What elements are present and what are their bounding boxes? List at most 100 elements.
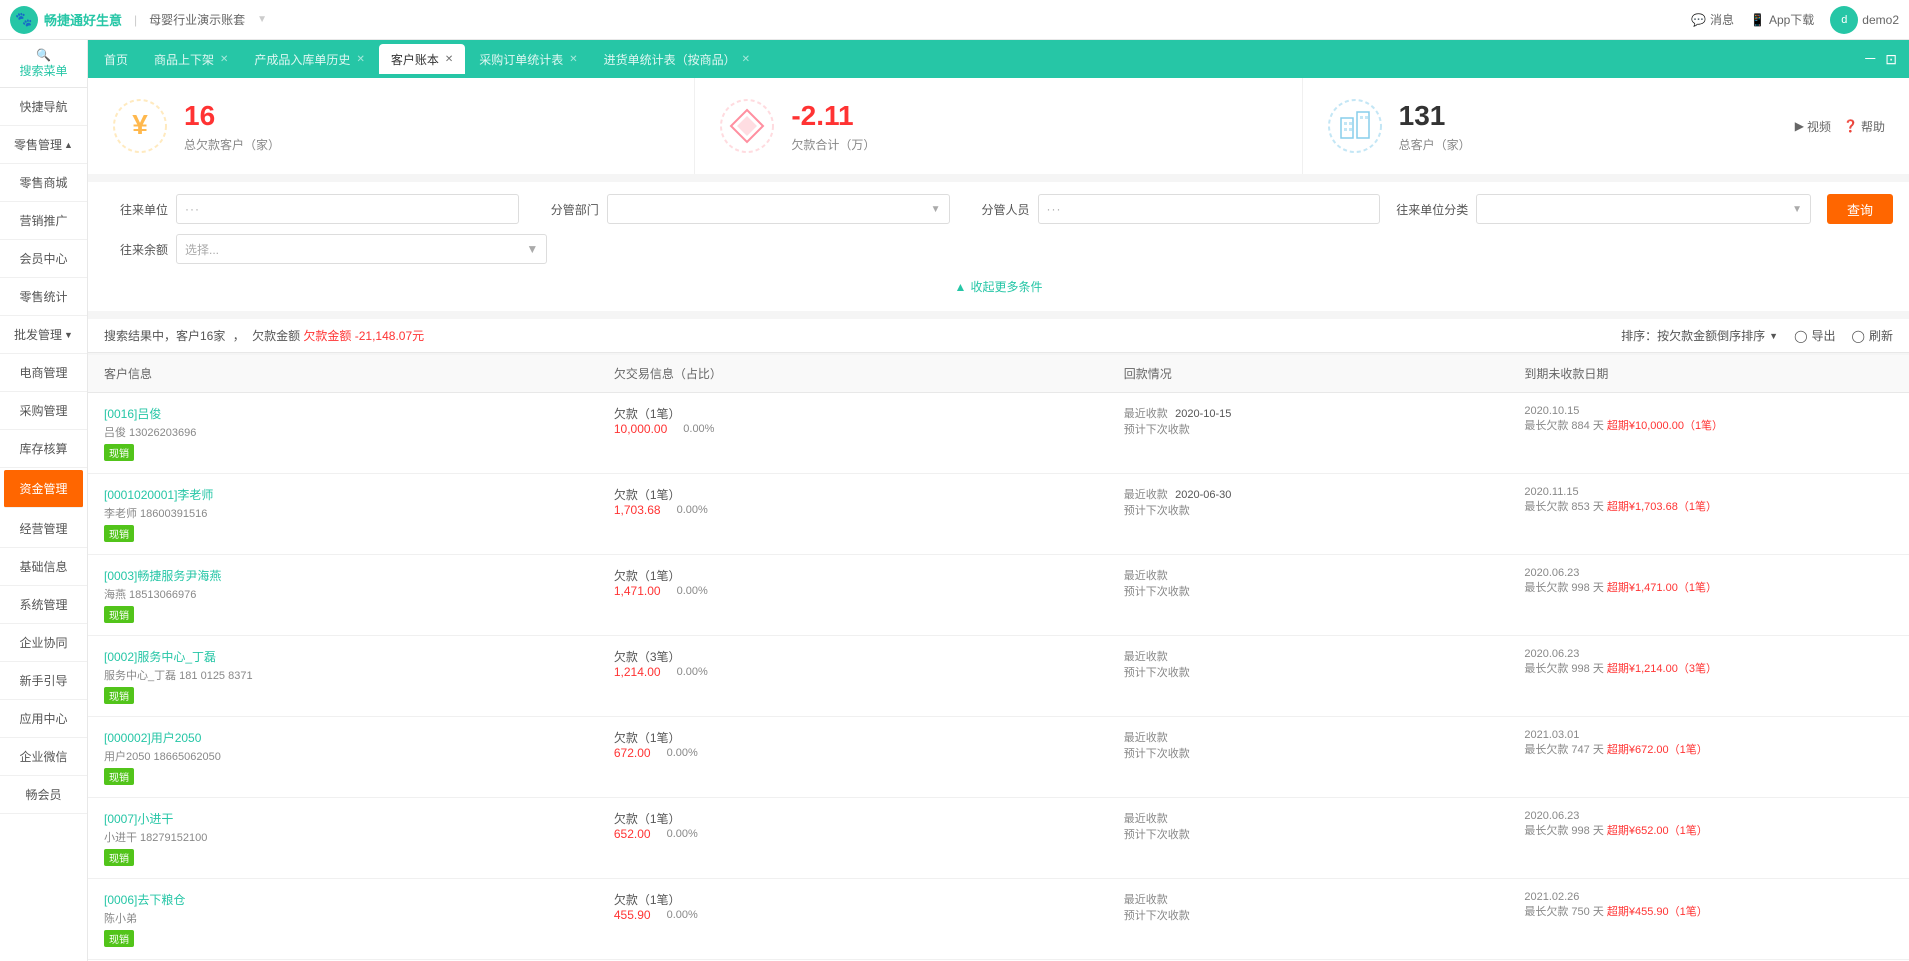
debt-count-3: 欠款（3笔） — [614, 648, 1092, 665]
overdue-amount-0[interactable]: 超期¥10,000.00（1笔） — [1607, 420, 1723, 432]
building-icon — [1327, 98, 1383, 154]
manager-input[interactable]: ··· — [1038, 194, 1381, 224]
export-label: 导出 — [1812, 327, 1836, 344]
sidebar-search[interactable]: 🔍 搜索菜单 — [0, 40, 87, 88]
export-button[interactable]: ◯ 导出 — [1794, 327, 1835, 344]
search-button[interactable]: 查询 — [1827, 194, 1893, 224]
wholesale-label: 批发管理 — [14, 326, 62, 343]
sidebar-item-ecommerce[interactable]: 电商管理 — [0, 354, 87, 392]
retail-mall-label: 零售商城 — [19, 176, 67, 190]
customer-name-0[interactable]: [0016]吕俊 — [104, 407, 161, 421]
result-bar: 搜索结果中，客户16家 ， 欠款金额 欠款金额 -21,148.07元 排序：按… — [88, 319, 1909, 353]
message-icon: 💬 — [1691, 13, 1706, 27]
tab-home[interactable]: 首页 — [92, 44, 140, 74]
customer-name-3[interactable]: [0002]服务中心_丁磊 — [104, 650, 216, 664]
video-btn[interactable]: ▶ 视频 — [1795, 118, 1831, 135]
recent-payment-6: 最近收款 — [1124, 891, 1493, 907]
customer-tag-2: 现销 — [104, 606, 134, 623]
purchase-label: 采购管理 — [19, 404, 67, 418]
close-icon[interactable]: ✕ — [445, 54, 453, 65]
dept-input[interactable]: ▼ — [607, 194, 950, 224]
customer-name-1[interactable]: [0001020001]李老师 — [104, 488, 213, 502]
user-profile[interactable]: d demo2 — [1830, 6, 1899, 34]
marketing-label: 营销推广 — [19, 214, 67, 228]
sidebar-item-quick-nav[interactable]: 快捷导航 — [0, 88, 87, 126]
retail-manage-label: 零售管理 — [14, 136, 62, 153]
stat-card-debt-amount: -2.11 欠款合计（万） — [695, 78, 1302, 174]
balance-select[interactable]: 选择... ▼ — [176, 234, 547, 264]
sidebar-item-wechat[interactable]: 企业微信 — [0, 738, 87, 776]
overdue-amount-3[interactable]: 超期¥1,214.00（3笔） — [1607, 663, 1717, 675]
unit-category-input[interactable]: ▼ — [1476, 194, 1811, 224]
page-content: ¥ 16 总欠款客户（家） — [88, 78, 1909, 961]
table-row: [000002]用户2050 用户2050 18665062050 现销 欠款（… — [88, 717, 1909, 798]
sidebar-item-system[interactable]: 系统管理 — [0, 586, 87, 624]
debt-amount-6: 455.90 — [614, 908, 651, 922]
cell-return-3: 最近收款 预计下次收款 — [1108, 636, 1509, 717]
customer-name-6[interactable]: [0006]去下粮仓 — [104, 893, 185, 907]
sidebar-item-purchase[interactable]: 采购管理 — [0, 392, 87, 430]
recent-payment-3: 最近收款 — [1124, 648, 1493, 664]
refresh-button[interactable]: ◯ 刷新 — [1852, 327, 1893, 344]
sidebar-item-retail-mall[interactable]: 零售商城 — [0, 164, 87, 202]
tab-product-onoff[interactable]: 商品上下架 ✕ — [142, 44, 240, 74]
overdue-info-3: 最长欠款 998 天 超期¥1,214.00（3笔） — [1524, 660, 1893, 676]
customer-name-4[interactable]: [000002]用户2050 — [104, 731, 201, 745]
retail-stats-label: 零售统计 — [19, 290, 67, 304]
minimize-icon[interactable]: － — [1863, 49, 1877, 69]
sidebar-item-guide[interactable]: 新手引导 — [0, 662, 87, 700]
tab-product-history[interactable]: 产成品入库单历史 ✕ — [242, 44, 376, 74]
sidebar-item-inventory[interactable]: 库存核算 — [0, 430, 87, 468]
tab-bar: 首页 商品上下架 ✕ 产成品入库单历史 ✕ 客户账本 ✕ 采购订单统计表 ✕ — [88, 40, 1909, 78]
sidebar-item-retail-stats[interactable]: 零售统计 — [0, 278, 87, 316]
tab-purchase-stats[interactable]: 采购订单统计表 ✕ — [467, 44, 589, 74]
content-area: 首页 商品上下架 ✕ 产成品入库单历史 ✕ 客户账本 ✕ 采购订单统计表 ✕ — [88, 40, 1909, 961]
sidebar-item-operations[interactable]: 经营管理 — [0, 510, 87, 548]
predict-payment-0: 预计下次收款 — [1124, 421, 1493, 437]
close-icon[interactable]: ✕ — [220, 54, 228, 65]
maximize-icon[interactable]: ⊡ — [1885, 51, 1897, 68]
sidebar-item-member[interactable]: 会员中心 — [0, 240, 87, 278]
sidebar-item-wholesale[interactable]: 批发管理 ▼ — [0, 316, 87, 354]
message-action[interactable]: 💬 消息 — [1691, 11, 1734, 28]
debt-percent-1: 0.00% — [677, 504, 708, 516]
overdue-amount-4[interactable]: 超期¥672.00（1笔） — [1607, 744, 1708, 756]
overdue-amount-5[interactable]: 超期¥652.00（1笔） — [1607, 825, 1708, 837]
debt-percent-4: 0.00% — [667, 747, 698, 759]
cell-due-4: 2021.03.01 最长欠款 747 天 超期¥672.00（1笔） — [1508, 717, 1909, 798]
close-icon[interactable]: ✕ — [356, 54, 364, 65]
overdue-info-1: 最长欠款 853 天 超期¥1,703.68（1笔） — [1524, 498, 1893, 514]
yuan-icon: ¥ — [112, 98, 168, 154]
source-unit-input[interactable]: ··· — [176, 194, 519, 224]
overdue-amount-6[interactable]: 超期¥455.90（1笔） — [1607, 906, 1708, 918]
sidebar-item-app-center[interactable]: 应用中心 — [0, 700, 87, 738]
collapse-up-icon: ▲ — [955, 280, 967, 294]
customer-name-5[interactable]: [0007]小进干 — [104, 812, 173, 826]
store-name: 母婴行业演示账套 — [149, 11, 245, 28]
overdue-amount-1[interactable]: 超期¥1,703.68（1笔） — [1607, 501, 1717, 513]
stat-info-debt-amount: -2.11 欠款合计（万） — [791, 100, 875, 153]
app-download-action[interactable]: 📱 App下载 — [1750, 11, 1814, 28]
sidebar-item-retail-manage[interactable]: 零售管理 ▲ — [0, 126, 87, 164]
customer-name-2[interactable]: [0003]畅捷服务尹海燕 — [104, 569, 221, 583]
close-icon[interactable]: ✕ — [569, 54, 577, 65]
stat-actions: ▶ 视频 ❓ 帮助 — [1795, 118, 1885, 135]
tab-product-onoff-label: 商品上下架 — [154, 51, 214, 68]
close-icon[interactable]: ✕ — [742, 54, 750, 65]
tab-purchase-stats-product[interactable]: 进货单统计表（按商品） ✕ — [592, 44, 762, 74]
due-date-6: 2021.02.26 — [1524, 891, 1893, 903]
overdue-amount-2[interactable]: 超期¥1,471.00（1笔） — [1607, 582, 1717, 594]
sidebar-item-member-plus[interactable]: 畅会员 — [0, 776, 87, 814]
sidebar-item-basic-info[interactable]: 基础信息 — [0, 548, 87, 586]
debt-count-4: 欠款（1笔） — [614, 729, 1092, 746]
sidebar-item-collaboration[interactable]: 企业协同 — [0, 624, 87, 662]
recent-payment-2: 最近收款 — [1124, 567, 1493, 583]
sort-select[interactable]: 排序：按欠款金额倒序排序 ▼ — [1621, 327, 1778, 344]
collapse-row[interactable]: ▲ 收起更多条件 — [104, 274, 1893, 299]
sidebar-item-marketing[interactable]: 营销推广 — [0, 202, 87, 240]
help-btn[interactable]: ❓ 帮助 — [1843, 118, 1885, 135]
tab-customer-ledger[interactable]: 客户账本 ✕ — [379, 44, 465, 74]
sidebar-item-finance[interactable]: 资金管理 — [4, 470, 83, 508]
overdue-info-5: 最长欠款 998 天 超期¥652.00（1笔） — [1524, 822, 1893, 838]
cell-customer-0: [0016]吕俊 吕俊 13026203696 现销 — [88, 393, 598, 474]
